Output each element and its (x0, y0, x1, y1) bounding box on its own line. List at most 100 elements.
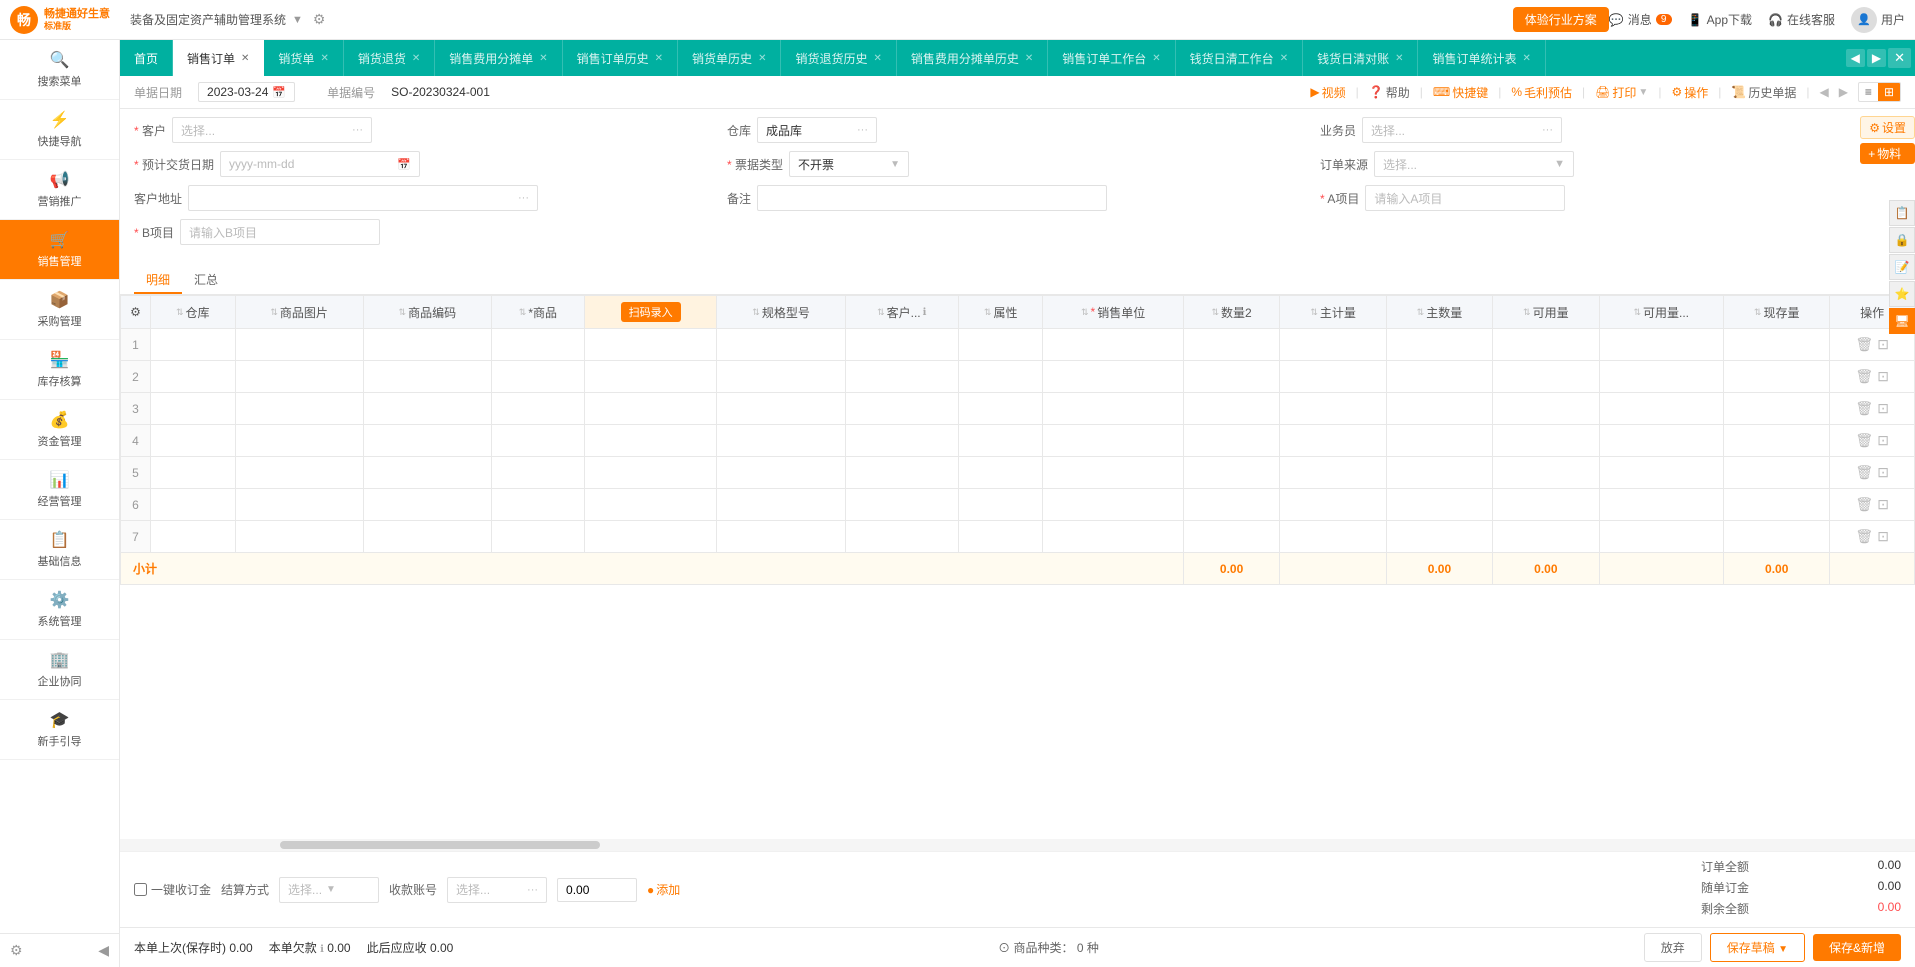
sidebar-collapse-icon[interactable]: ◀ (98, 942, 109, 959)
row-copy-btn-1[interactable]: ⊡ (1877, 336, 1889, 353)
row-copy-btn-5[interactable]: ⊡ (1877, 464, 1889, 481)
sidebar-item-system[interactable]: ⚙️ 系统管理 (0, 580, 119, 640)
payment-amount-input[interactable] (557, 878, 637, 902)
list-view-btn[interactable]: ≡ (1859, 83, 1878, 101)
delivery-date-input[interactable]: yyyy-mm-dd 📅 (220, 151, 420, 177)
tab-sales-bill-history[interactable]: 销货单历史 ✕ (678, 40, 781, 76)
profit-btn[interactable]: % 毛利预估 (1511, 84, 1572, 101)
row-spec-1[interactable] (717, 329, 845, 361)
tab-sales-expense-split-close[interactable]: ✕ (539, 53, 547, 64)
tab-sales-order-history[interactable]: 销售订单历史 ✕ (563, 40, 678, 76)
right-panel-btn-1[interactable]: 📋 (1889, 200, 1915, 226)
scan-input-btn[interactable]: 扫码录入 (621, 302, 681, 322)
tab-sales-order-workbench-close[interactable]: ✕ (1152, 53, 1160, 64)
row-copy-btn-2[interactable]: ⊡ (1877, 368, 1889, 385)
operation-btn[interactable]: ⚙ 操作 (1671, 84, 1708, 101)
row-attr-1[interactable] (958, 329, 1043, 361)
history-btn[interactable]: 📜 历史单据 (1731, 84, 1796, 101)
tab-sales-return[interactable]: 销货退货 ✕ (344, 40, 435, 76)
calendar-icon-small[interactable]: 📅 (397, 158, 411, 171)
tab-sales-order[interactable]: 销售订单 ✕ (173, 40, 264, 76)
row-sales-unit-1[interactable] (1043, 329, 1183, 361)
project-b-input[interactable]: 请输入B项目 (180, 219, 380, 245)
tab-sales-order-stats[interactable]: 销售订单统计表 ✕ (1418, 40, 1545, 76)
salesperson-more-icon[interactable]: ··· (1542, 124, 1553, 136)
system-title-dropdown-icon[interactable]: ▼ (292, 14, 303, 26)
tabs-prev-btn[interactable]: ◀ (1846, 49, 1865, 67)
sidebar-item-search[interactable]: 🔍 搜索菜单 (0, 40, 119, 100)
form-view-btn[interactable]: ⊞ (1878, 83, 1900, 101)
order-source-dropdown[interactable]: ▼ (1554, 158, 1565, 170)
invoice-type-select[interactable]: 不开票 ▼ (789, 151, 909, 177)
print-dropdown-icon[interactable]: ▼ (1638, 87, 1648, 98)
one-click-label[interactable]: 一键收订金 (134, 881, 211, 898)
tab-cash-daily-reconcile[interactable]: 钱货日清对账 ✕ (1303, 40, 1418, 76)
tab-cash-daily-workbench-close[interactable]: ✕ (1280, 53, 1288, 64)
settings-panel-btn[interactable]: ⚙ 设置 (1860, 116, 1915, 139)
row-main-unit-1[interactable] (1280, 329, 1386, 361)
date-value-text[interactable]: 2023-03-24 (207, 85, 268, 99)
tab-sales-order-close[interactable]: ✕ (241, 53, 249, 64)
payment-method-select[interactable]: 选择... ▼ (279, 877, 379, 903)
customer-more-icon[interactable]: ··· (352, 124, 363, 136)
next-record-btn[interactable]: ▶ (1839, 85, 1848, 99)
online-service-btn[interactable]: 🎧 在线客服 (1768, 11, 1835, 28)
sidebar-item-sales[interactable]: 🛒 销售管理 (0, 220, 119, 280)
tabs-close-all-btn[interactable]: ✕ (1888, 48, 1911, 68)
row-available-1[interactable] (1493, 329, 1599, 361)
project-a-input[interactable]: 请输入A项目 (1365, 185, 1565, 211)
shortcut-btn[interactable]: ⌨ 快捷键 (1433, 84, 1488, 101)
info-icon-debt[interactable]: ℹ (320, 944, 324, 955)
row-copy-btn-7[interactable]: ⊡ (1877, 528, 1889, 545)
memo-input[interactable] (757, 185, 1107, 211)
warehouse-input[interactable]: 成品库 ··· (757, 117, 877, 143)
address-more-icon[interactable]: ··· (518, 192, 529, 204)
tab-sales-bill[interactable]: 销货单 ✕ (264, 40, 343, 76)
tab-sales-order-stats-close[interactable]: ✕ (1523, 53, 1531, 64)
row-warehouse-2[interactable] (151, 361, 236, 393)
row-cust-code-1[interactable] (845, 329, 958, 361)
view-btn[interactable]: ▶ 视频 (1310, 84, 1345, 101)
warehouse-more-icon[interactable]: ··· (857, 124, 868, 136)
tab-sales-expense-history-close[interactable]: ✕ (1025, 53, 1033, 64)
salesperson-input[interactable]: 选择... ··· (1362, 117, 1562, 143)
one-click-checkbox[interactable] (134, 883, 147, 896)
tab-sales-order-workbench[interactable]: 销售订单工作台 ✕ (1048, 40, 1175, 76)
row-delete-btn-7[interactable]: 🗑 (1855, 528, 1873, 545)
row-name-1[interactable] (491, 329, 584, 361)
row-img-1[interactable] (235, 329, 363, 361)
discard-btn[interactable]: 放弃 (1644, 933, 1702, 962)
right-panel-btn-3[interactable]: 📝 (1889, 254, 1915, 280)
account-select[interactable]: 选择... ··· (447, 877, 547, 903)
tabs-next-btn[interactable]: ▶ (1867, 49, 1886, 67)
account-more-icon[interactable]: ··· (527, 884, 538, 896)
tab-sales-return-history[interactable]: 销货退货历史 ✕ (781, 40, 896, 76)
message-btn[interactable]: 💬 消息 9 (1609, 11, 1672, 28)
right-panel-btn-4[interactable]: ⭐ (1889, 281, 1915, 307)
tab-sales-expense-history[interactable]: 销售费用分摊单历史 ✕ (897, 40, 1048, 76)
tab-sales-expense-split[interactable]: 销售费用分摊单 ✕ (435, 40, 562, 76)
tab-home[interactable]: 首页 (120, 40, 173, 76)
row-copy-btn-3[interactable]: ⊡ (1877, 400, 1889, 417)
product-icon[interactable]: ⊙ (998, 941, 1010, 955)
save-draft-btn[interactable]: 保存草稿 ▼ (1710, 933, 1805, 962)
row-warehouse-1[interactable] (151, 329, 236, 361)
print-btn[interactable]: 🖨 打印 ▼ (1595, 84, 1648, 101)
tab-summary[interactable]: 汇总 (182, 267, 230, 294)
right-panel-btn-2[interactable]: 🔒 (1889, 227, 1915, 253)
info-icon[interactable]: ℹ (923, 307, 927, 318)
add-material-btn[interactable]: + 物料 (1860, 143, 1915, 164)
sidebar-item-finance[interactable]: 💰 资金管理 (0, 400, 119, 460)
settings-icon[interactable]: ⚙ (313, 11, 326, 28)
prev-record-btn[interactable]: ◀ (1819, 85, 1828, 99)
sidebar-item-purchase[interactable]: 📦 采购管理 (0, 280, 119, 340)
sidebar-item-operation[interactable]: 📊 经营管理 (0, 460, 119, 520)
tab-sales-return-close[interactable]: ✕ (412, 53, 420, 64)
tab-sales-return-history-close[interactable]: ✕ (873, 53, 881, 64)
row-code-1[interactable] (363, 329, 491, 361)
row-main-qty-1[interactable] (1386, 329, 1492, 361)
sidebar-item-quick[interactable]: ⚡ 快捷导航 (0, 100, 119, 160)
tab-cash-daily-reconcile-close[interactable]: ✕ (1395, 53, 1403, 64)
hscroll-bar[interactable] (120, 839, 1915, 851)
tab-sales-bill-close[interactable]: ✕ (320, 53, 328, 64)
